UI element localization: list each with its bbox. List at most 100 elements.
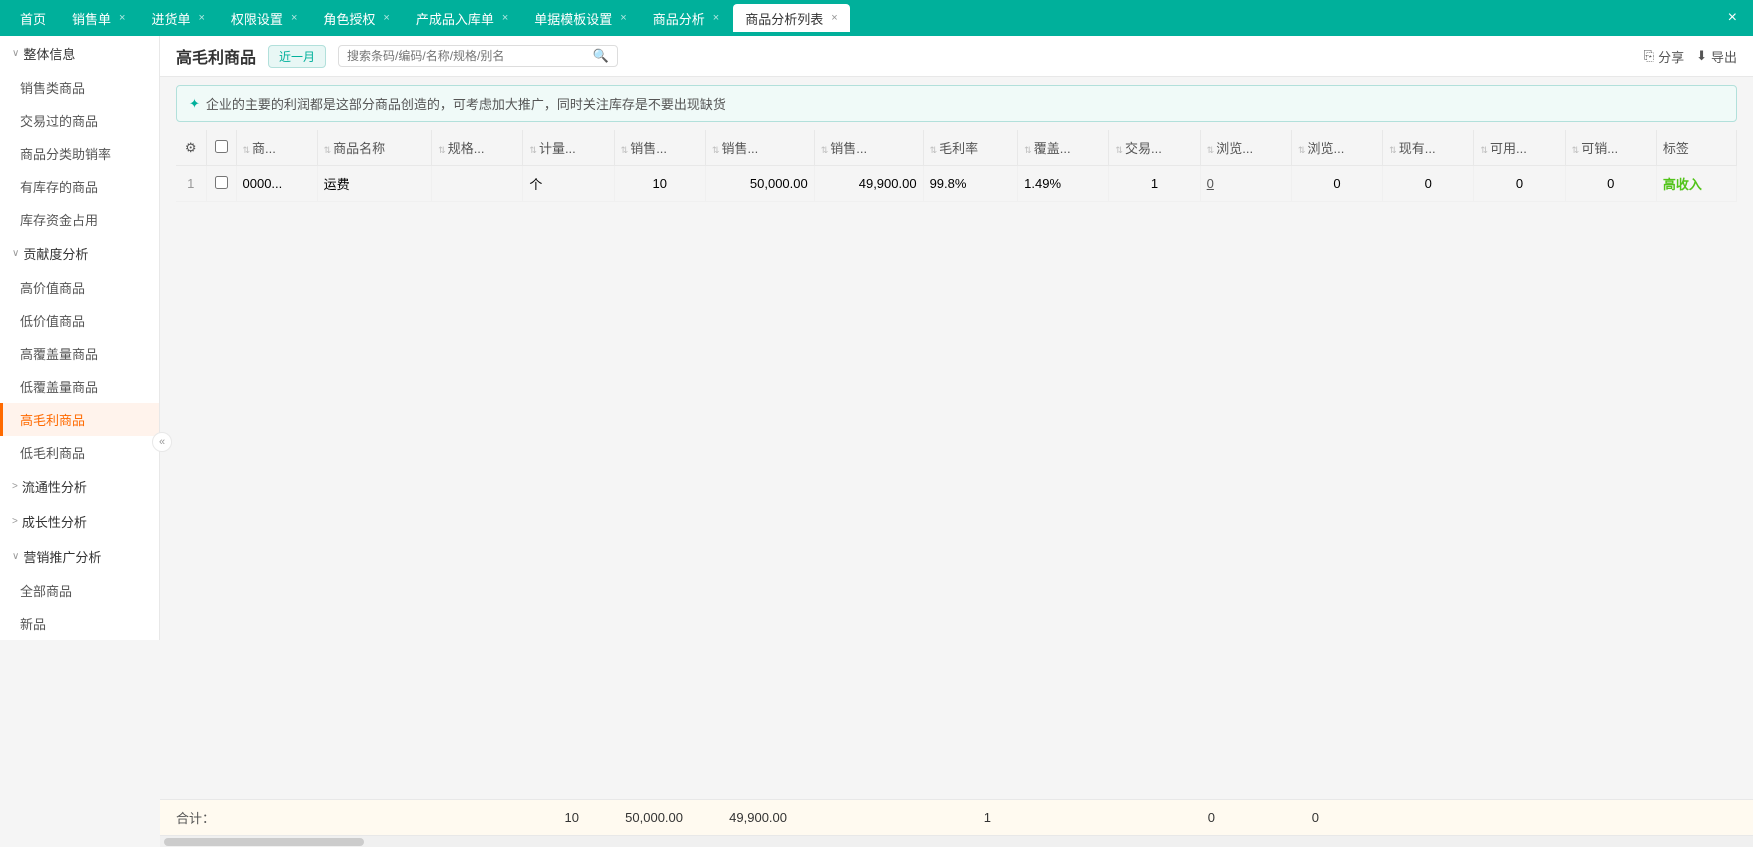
search-input[interactable] bbox=[347, 49, 589, 63]
footer-sales-amt: 50,000.00 bbox=[603, 810, 683, 825]
col-header-available[interactable]: ⇅可用... bbox=[1474, 130, 1565, 166]
col-header-browse2[interactable]: ⇅浏览... bbox=[1291, 130, 1382, 166]
cell-unit: 个 bbox=[523, 166, 614, 202]
sidebar-item-全部商品[interactable]: 全部商品 bbox=[0, 574, 159, 607]
period-button[interactable]: 近一月 bbox=[268, 45, 326, 68]
cell-name: 运费 bbox=[317, 166, 432, 202]
sidebar-item-有库存的商品[interactable]: 有库存的商品 bbox=[0, 170, 159, 203]
sidebar-item-低价值商品[interactable]: 低价值商品 bbox=[0, 304, 159, 337]
sidebar-section-整体信息[interactable]: ∨整体信息 bbox=[0, 36, 159, 71]
nav-tab-close-icon[interactable]: × bbox=[502, 12, 508, 24]
sidebar-item-商品分类助销率[interactable]: 商品分类助销率 bbox=[0, 137, 159, 170]
nav-tab-权限设置[interactable]: 权限设置× bbox=[219, 4, 309, 32]
nav-tab-角色授权[interactable]: 角色授权× bbox=[311, 4, 401, 32]
cell-idx: 1 bbox=[176, 166, 206, 202]
row-checkbox[interactable] bbox=[215, 176, 228, 189]
nav-tab-close-icon[interactable]: × bbox=[119, 12, 125, 24]
col-header-sales_cost[interactable]: ⇅销售... bbox=[814, 130, 923, 166]
footer-current-stock: 0 bbox=[1135, 810, 1215, 825]
sidebar-section-label: 成长性分析 bbox=[22, 512, 87, 531]
sidebar-section-贡献度分析[interactable]: ∨贡献度分析 bbox=[0, 236, 159, 271]
main-layout: ∨整体信息销售类商品交易过的商品商品分类助销率有库存的商品库存资金占用∨贡献度分… bbox=[0, 36, 1753, 847]
close-all-btn[interactable]: × bbox=[1720, 9, 1745, 27]
share-label: 分享 bbox=[1658, 47, 1684, 66]
sidebar-section-label: 贡献度分析 bbox=[23, 244, 88, 263]
sidebar-section-流通性分析[interactable]: >流通性分析 bbox=[0, 469, 159, 504]
sidebar-item-高价值商品[interactable]: 高价值商品 bbox=[0, 271, 159, 304]
sidebar-item-库存资金占用[interactable]: 库存资金占用 bbox=[0, 203, 159, 236]
scrollbar-thumb[interactable] bbox=[164, 838, 364, 846]
sidebar-section-label: 营销推广分析 bbox=[23, 547, 101, 566]
cell-trade: 1 bbox=[1109, 166, 1200, 202]
nav-tab-进货单[interactable]: 进货单× bbox=[139, 4, 216, 32]
cell-browse1[interactable]: 0 bbox=[1200, 166, 1291, 202]
col-header-unit[interactable]: ⇅计量... bbox=[523, 130, 614, 166]
col-header-trade[interactable]: ⇅交易... bbox=[1109, 130, 1200, 166]
nav-tab-首页[interactable]: 首页 bbox=[8, 4, 58, 32]
select-all-checkbox[interactable] bbox=[215, 140, 228, 153]
nav-tab-close-icon[interactable]: × bbox=[620, 12, 626, 24]
cell-sales_cost: 49,900.00 bbox=[814, 166, 923, 202]
sidebar-item-低毛利商品[interactable]: 低毛利商品 bbox=[0, 436, 159, 469]
table-area[interactable]: ⚙⇅商...⇅商品名称⇅规格...⇅计量...⇅销售...⇅销售...⇅销售..… bbox=[160, 130, 1753, 799]
info-banner: ✦ 企业的主要的利润都是这部分商品创造的，可考虑加大推广，同时关注库存是不要出现… bbox=[176, 85, 1737, 122]
sidebar-item-低覆盖量商品[interactable]: 低覆盖量商品 bbox=[0, 370, 159, 403]
sidebar-section-营销推广分析[interactable]: ∨营销推广分析 bbox=[0, 539, 159, 574]
cell-spec bbox=[432, 166, 523, 202]
nav-tab-close-icon[interactable]: × bbox=[383, 12, 389, 24]
cell-code: 0000... bbox=[236, 166, 317, 202]
sidebar-collapse-btn[interactable]: « bbox=[152, 432, 172, 452]
header-actions: ⎘ 分享 ⬇ 导出 bbox=[1644, 47, 1737, 66]
col-header-gross_margin[interactable]: ⇅毛利率 bbox=[923, 130, 1018, 166]
col-header-sales_amt[interactable]: ⇅销售... bbox=[705, 130, 814, 166]
footer-available: 0 bbox=[1239, 810, 1319, 825]
nav-tab-close-icon[interactable]: × bbox=[831, 12, 837, 24]
col-header-checkbox bbox=[206, 130, 236, 166]
nav-tab-商品分析[interactable]: 商品分析× bbox=[641, 4, 731, 32]
nav-tab-close-icon[interactable]: × bbox=[291, 12, 297, 24]
share-button[interactable]: ⎘ 分享 bbox=[1644, 47, 1684, 66]
content-area: 高毛利商品 近一月 🔍 ⎘ 分享 ⬇ 导出 ✦ 企业的主要的利润都是这部分商品创… bbox=[160, 36, 1753, 847]
cell-sales_qty: 10 bbox=[614, 166, 705, 202]
nav-tab-销售单[interactable]: 销售单× bbox=[60, 4, 137, 32]
sidebar-section-成长性分析[interactable]: >成长性分析 bbox=[0, 504, 159, 539]
col-header-name[interactable]: ⇅商品名称 bbox=[317, 130, 432, 166]
col-header-coverage[interactable]: ⇅覆盖... bbox=[1018, 130, 1109, 166]
col-header-code[interactable]: ⇅商... bbox=[236, 130, 317, 166]
nav-tab-close-icon[interactable]: × bbox=[713, 12, 719, 24]
nav-tab-单据模板设置[interactable]: 单据模板设置× bbox=[522, 4, 638, 32]
cell-checkbox bbox=[206, 166, 236, 202]
cell-available: 0 bbox=[1474, 166, 1565, 202]
export-icon: ⬇ bbox=[1696, 48, 1707, 64]
info-icon: ✦ bbox=[189, 96, 200, 112]
nav-tab-商品分析列表[interactable]: 商品分析列表× bbox=[733, 4, 849, 32]
table-head: ⚙⇅商...⇅商品名称⇅规格...⇅计量...⇅销售...⇅销售...⇅销售..… bbox=[176, 130, 1737, 166]
browse-link[interactable]: 0 bbox=[1207, 176, 1214, 191]
sidebar-item-高毛利商品[interactable]: 高毛利商品 bbox=[0, 403, 159, 436]
sidebar-item-交易过的商品[interactable]: 交易过的商品 bbox=[0, 104, 159, 137]
export-button[interactable]: ⬇ 导出 bbox=[1696, 47, 1737, 66]
data-table: ⚙⇅商...⇅商品名称⇅规格...⇅计量...⇅销售...⇅销售...⇅销售..… bbox=[176, 130, 1737, 202]
sidebar-section-arrow: ∨ bbox=[12, 48, 19, 59]
col-header-tag: 标签 bbox=[1656, 130, 1736, 166]
export-label: 导出 bbox=[1711, 47, 1737, 66]
scrollbar-area[interactable] bbox=[160, 835, 1753, 847]
footer-trade: 1 bbox=[911, 810, 991, 825]
cell-current_stock: 0 bbox=[1383, 166, 1474, 202]
col-header-sales_qty[interactable]: ⇅销售... bbox=[614, 130, 705, 166]
col-header-browse1[interactable]: ⇅浏览... bbox=[1200, 130, 1291, 166]
page-title: 高毛利商品 bbox=[176, 44, 256, 68]
nav-tab-产成品入库单[interactable]: 产成品入库单× bbox=[404, 4, 520, 32]
col-header-sellable[interactable]: ⇅可销... bbox=[1565, 130, 1656, 166]
sidebar-section-arrow: > bbox=[12, 481, 18, 492]
sidebar: ∨整体信息销售类商品交易过的商品商品分类助销率有库存的商品库存资金占用∨贡献度分… bbox=[0, 36, 160, 640]
nav-tab-close-icon[interactable]: × bbox=[198, 12, 204, 24]
col-header-current_stock[interactable]: ⇅现有... bbox=[1383, 130, 1474, 166]
sidebar-item-高覆盖量商品[interactable]: 高覆盖量商品 bbox=[0, 337, 159, 370]
search-icon[interactable]: 🔍 bbox=[593, 48, 609, 64]
col-header-spec[interactable]: ⇅规格... bbox=[432, 130, 523, 166]
info-text: 企业的主要的利润都是这部分商品创造的，可考虑加大推广，同时关注库存是不要出现缺货 bbox=[206, 94, 726, 113]
sidebar-item-销售类商品[interactable]: 销售类商品 bbox=[0, 71, 159, 104]
sidebar-item-新品[interactable]: 新品 bbox=[0, 607, 159, 640]
table-body: 10000...运费个1050,000.0049,900.0099.8%1.49… bbox=[176, 166, 1737, 202]
